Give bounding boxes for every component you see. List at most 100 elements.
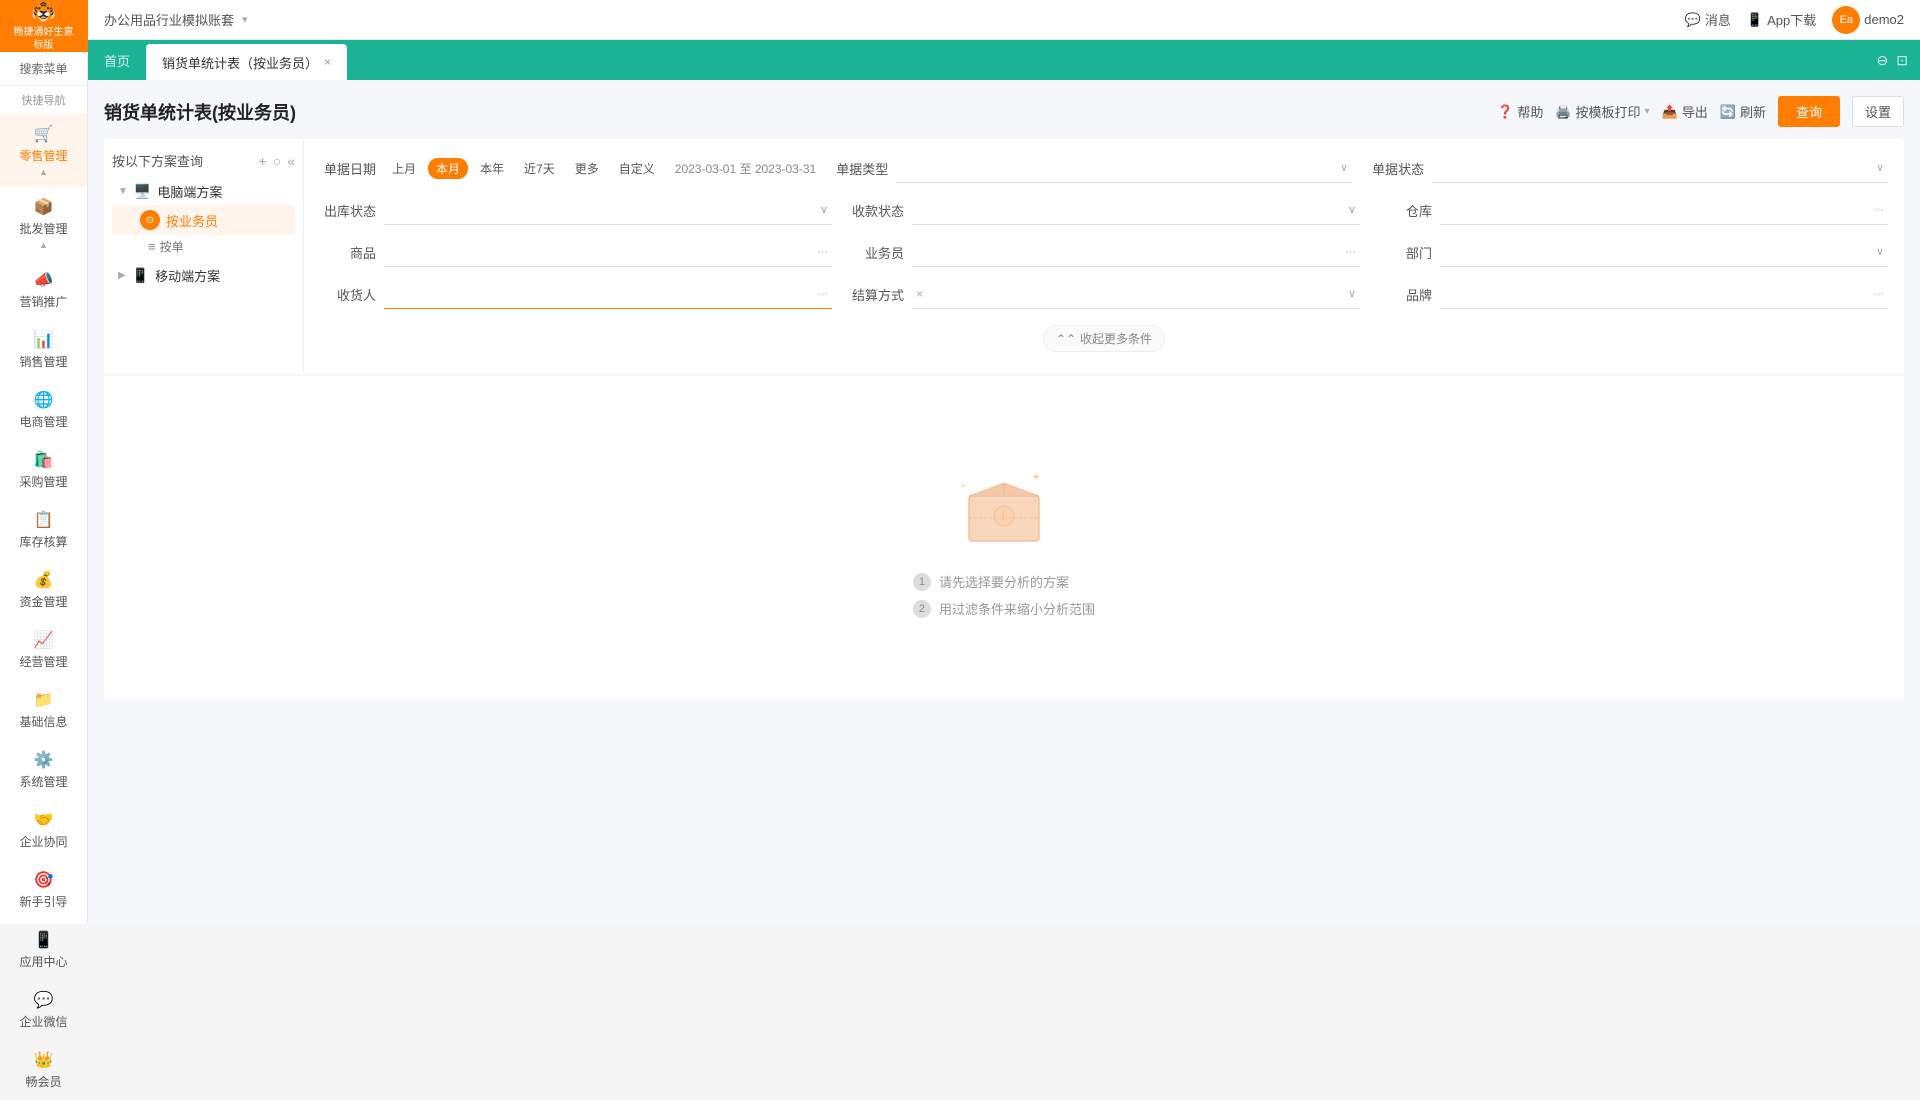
tab-maximize-icon[interactable]: ⊡ — [1896, 52, 1908, 69]
settle-label: 结算方式 — [848, 285, 904, 304]
message-icon: 💬 — [1685, 12, 1701, 28]
template-print-button[interactable]: 🖨️ 按模板打印 ▾ — [1555, 102, 1649, 121]
filter-item-by-order[interactable]: ≡ 按单 — [112, 235, 295, 258]
settle-input[interactable]: × ∨ — [912, 279, 1360, 309]
sidebar-item-operation[interactable]: 📈 经营管理 — [0, 620, 87, 680]
sidebar-item-sales[interactable]: 📊 销售管理 — [0, 320, 87, 380]
sidebar-item-newbie[interactable]: 🎯 新手引导 — [0, 860, 87, 920]
date-btn-more[interactable]: 更多 — [567, 158, 607, 179]
logo-icon: 🐯 — [31, 0, 56, 26]
sales-icon: 📊 — [34, 330, 54, 350]
svg-text:!: ! — [1001, 508, 1005, 523]
refresh-button[interactable]: 🔄 刷新 — [1720, 102, 1766, 121]
app-logo[interactable]: 🐯 畅捷通好生意 标版 — [0, 0, 88, 52]
page-title: 销货单统计表(按业务员) — [104, 99, 296, 125]
add-scheme-icon[interactable]: + — [259, 153, 267, 169]
filter-item-by-salesperson[interactable]: ⊙ 按业务员 — [112, 205, 295, 235]
brand-input[interactable]: ··· — [1440, 279, 1888, 309]
collapse-scheme-icon[interactable]: « — [287, 153, 295, 169]
app-download-button[interactable]: 📱 App下载 — [1747, 10, 1816, 29]
salesperson-input[interactable]: ··· — [912, 237, 1360, 267]
tab-home[interactable]: 首页 — [88, 40, 146, 80]
stock-icon: 📋 — [34, 510, 54, 530]
sidebar-item-wechat[interactable]: 💬 企业微信 — [0, 980, 87, 1040]
sidebar-item-ecommerce[interactable]: 🌐 电商管理 — [0, 380, 87, 440]
user-profile[interactable]: Ea demo2 — [1832, 6, 1904, 34]
filter-panel: 按以下方案查询 + ○ « ▼ 🖥️ 电脑端方案 — [104, 139, 1904, 374]
collapse-button[interactable]: ⌃⌃ 收起更多条件 — [1043, 325, 1165, 352]
filter-sidebar-icons: + ○ « — [259, 153, 295, 169]
receiver-input[interactable]: ··· — [384, 279, 832, 309]
user-avatar: Ea — [1832, 6, 1860, 34]
sidebar-item-apps[interactable]: 📱 应用中心 — [0, 920, 87, 980]
date-btn-last-month[interactable]: 上月 — [384, 158, 424, 179]
tab-minimize-icon[interactable]: ⊖ — [1877, 52, 1889, 69]
quick-nav-label[interactable]: 快捷导航 — [22, 86, 66, 110]
tip-num-1: 1 — [913, 573, 931, 591]
sidebar-item-corp[interactable]: 🤝 企业协同 — [0, 800, 87, 860]
sidebar-item-finance[interactable]: 💰 资金管理 — [0, 560, 87, 620]
settle-clear[interactable]: × — [916, 287, 923, 301]
sidebar-search[interactable]: 搜索菜单 — [0, 52, 87, 86]
tab-close-button[interactable]: × — [324, 55, 331, 69]
date-btn-this-year[interactable]: 本年 — [472, 158, 512, 179]
help-button[interactable]: ❓ 帮助 — [1497, 102, 1543, 121]
edit-scheme-icon[interactable]: ○ — [273, 153, 281, 169]
header-right: 💬 消息 📱 App下载 Ea demo2 — [1685, 6, 1904, 34]
sidebar-item-label-retail: 零售管理 — [19, 147, 67, 164]
doc-type-field: 单据类型 ∨ — [832, 153, 1352, 183]
sidebar-item-label-corp: 企业协同 — [19, 833, 67, 850]
settings-button[interactable]: 设置 — [1852, 96, 1904, 127]
sidebar-item-label-purchase: 采购管理 — [19, 473, 67, 490]
sidebar-item-system[interactable]: ⚙️ 系统管理 — [0, 740, 87, 800]
warehouse-input[interactable]: ··· — [1440, 195, 1888, 225]
print-arrow: ▾ — [1645, 106, 1650, 117]
wholesale-icon: 📦 — [34, 197, 54, 217]
basic-icon: 📁 — [34, 690, 54, 710]
collect-status-label: 收款状态 — [848, 201, 904, 220]
sidebar-item-basic[interactable]: 📁 基础信息 — [0, 680, 87, 740]
goods-input[interactable]: ··· — [384, 237, 832, 267]
doc-type-input[interactable]: ∨ — [896, 153, 1352, 183]
sidebar-item-marketing[interactable]: 📣 营销推广 — [0, 260, 87, 320]
empty-illustration-svg: ✦ ✦ ! — [949, 461, 1059, 551]
brand-more: ··· — [1873, 288, 1884, 300]
sidebar-item-label-wechat: 企业微信 — [19, 1013, 67, 1030]
date-btn-7days[interactable]: 近7天 — [516, 158, 563, 179]
sidebar-item-retail[interactable]: 🛒 零售管理 ▲ — [0, 114, 87, 187]
page-actions: ❓ 帮助 🖨️ 按模板打印 ▾ 📤 导出 🔄 刷新 — [1497, 96, 1904, 127]
collect-status-arrow: ∨ — [1348, 203, 1356, 216]
sidebar-item-stock[interactable]: 📋 库存核算 — [0, 500, 87, 560]
header-left: 办公用品行业模拟账套 ▾ — [104, 10, 248, 29]
sidebar-item-label-basic: 基础信息 — [19, 713, 67, 730]
filter-group-mobile-header[interactable]: ▶ 📱 移动端方案 — [112, 262, 295, 289]
filter-sidebar-title-text: 按以下方案查询 — [112, 151, 203, 170]
out-status-arrow: ∨ — [820, 203, 828, 216]
date-btn-this-month[interactable]: 本月 — [428, 158, 468, 179]
pc-group-arrow: ▼ — [118, 186, 128, 197]
filter-form: 单据日期 上月 本月 本年 近7天 更多 自定义 2023-03-01 至 20… — [304, 139, 1904, 374]
account-dropdown-icon[interactable]: ▾ — [242, 13, 248, 26]
message-button[interactable]: 💬 消息 — [1685, 10, 1731, 29]
filter-row-1: 单据日期 上月 本月 本年 近7天 更多 自定义 2023-03-01 至 20… — [320, 153, 1888, 183]
dept-input[interactable]: ∨ — [1440, 237, 1888, 267]
pc-group-label: 电脑端方案 — [157, 182, 222, 201]
filter-group-mobile: ▶ 📱 移动端方案 — [112, 262, 295, 289]
sidebar-item-member[interactable]: 👑 畅会员 — [0, 1040, 87, 1100]
date-btn-custom[interactable]: 自定义 — [611, 158, 663, 179]
export-button[interactable]: 📤 导出 — [1662, 102, 1708, 121]
sidebar-item-purchase[interactable]: 🛍️ 采购管理 — [0, 440, 87, 500]
purchase-icon: 🛍️ — [34, 450, 54, 470]
filter-group-pc-header[interactable]: ▼ 🖥️ 电脑端方案 — [112, 178, 295, 205]
out-status-input[interactable]: ∨ — [384, 195, 832, 225]
sidebar-item-label-stock: 库存核算 — [19, 533, 67, 550]
tab-bar: 首页 销货单统计表（按业务员） × ⊖ ⊡ — [88, 40, 1920, 80]
by-order-icon: ≡ — [148, 239, 156, 254]
collect-status-input[interactable]: ∨ — [912, 195, 1360, 225]
query-button[interactable]: 查询 — [1778, 96, 1840, 127]
ecommerce-icon: 🌐 — [34, 390, 54, 410]
content-inner: 销货单统计表(按业务员) ❓ 帮助 🖨️ 按模板打印 ▾ 📤 导出 — [88, 80, 1920, 714]
tab-sales-stats[interactable]: 销货单统计表（按业务员） × — [146, 44, 347, 80]
sidebar-item-wholesale[interactable]: 📦 批发管理 ▲ — [0, 187, 87, 260]
doc-status-input[interactable]: ∨ — [1432, 153, 1888, 183]
